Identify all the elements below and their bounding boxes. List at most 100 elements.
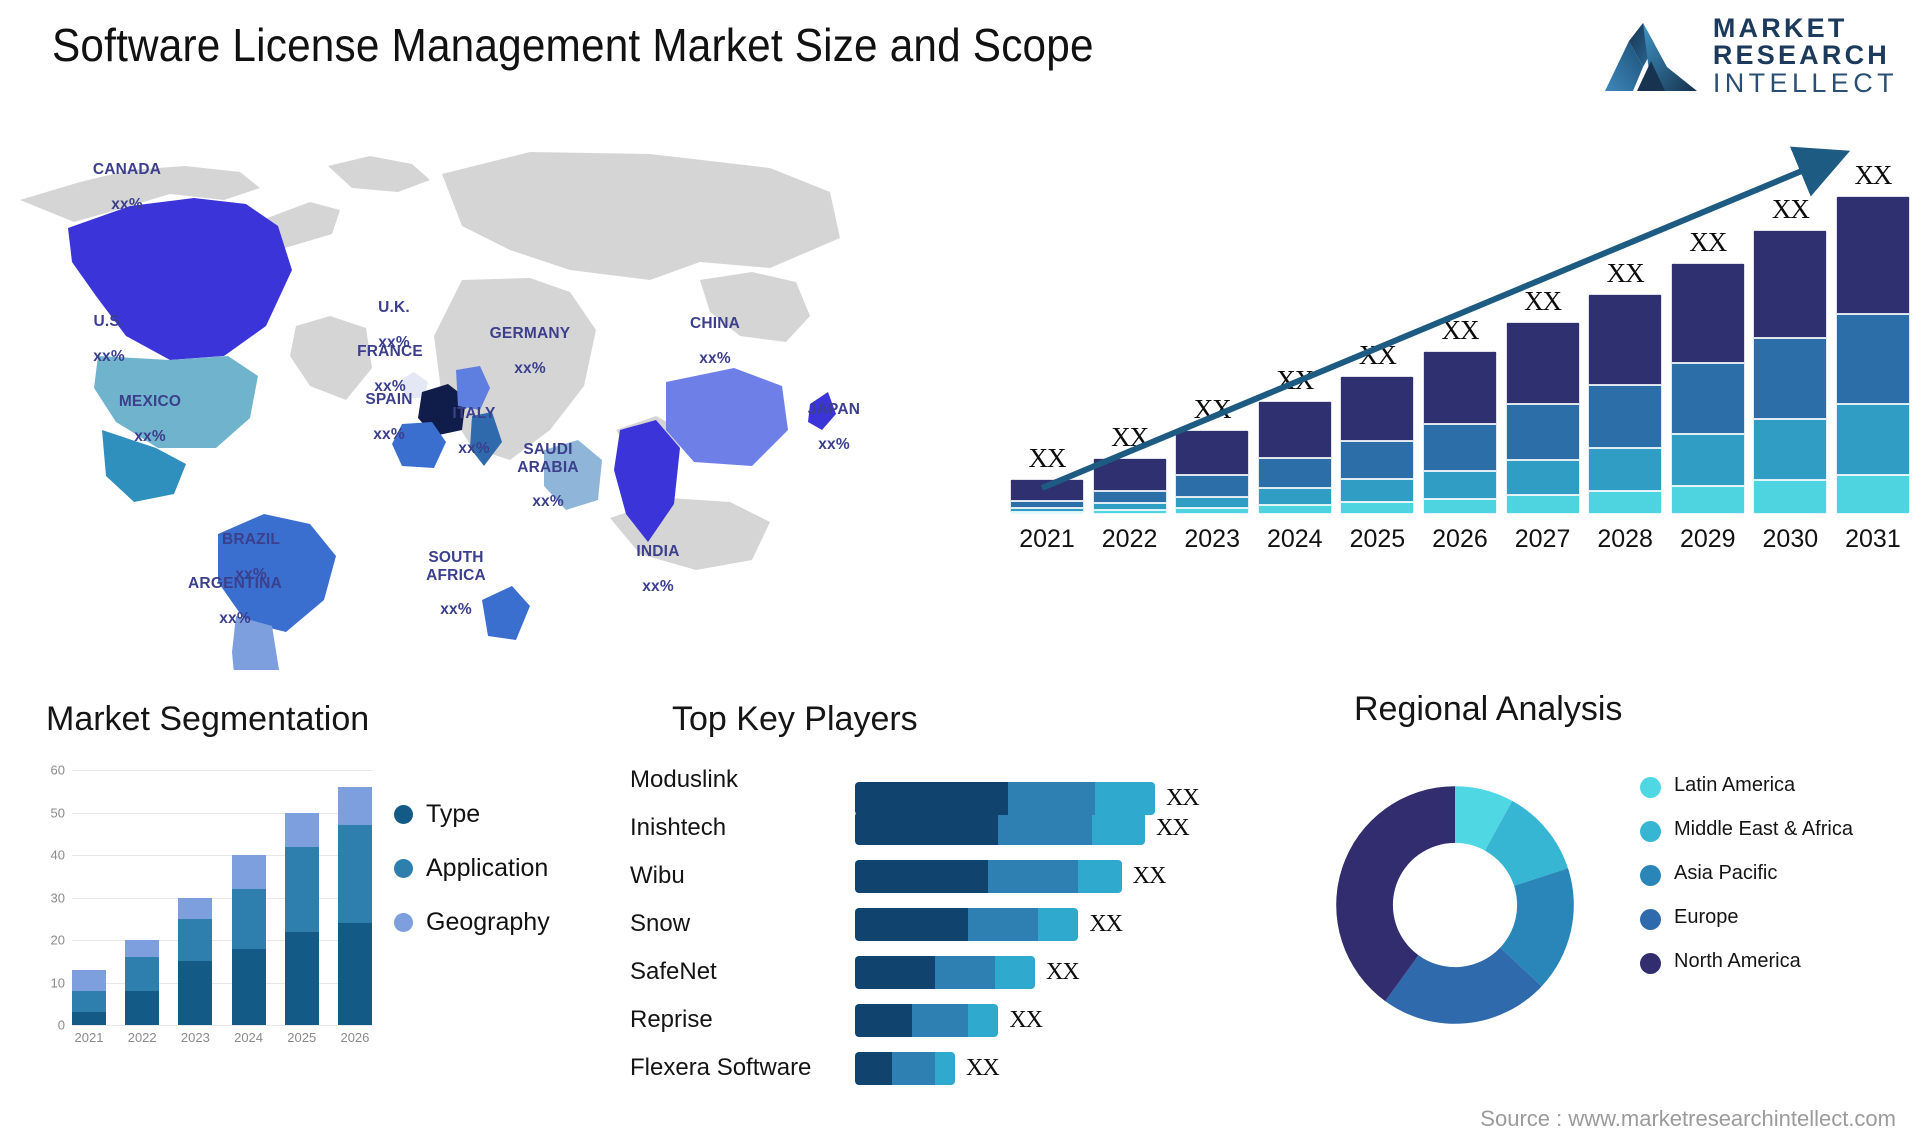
forecast-value-label: XX bbox=[1689, 227, 1727, 258]
forecast-bar-chart: XX XX XX XX XX XX XX XX XX XX XX 2021 2022 2023 2024 2… bbox=[1010, 128, 1910, 558]
player-name: Wibu bbox=[630, 862, 685, 889]
segmentation-x-label: 2022 bbox=[127, 1030, 157, 1045]
segmentation-gridline bbox=[72, 1025, 372, 1026]
regional-legend-item[interactable]: Latin America bbox=[1640, 774, 1853, 798]
forecast-bar-segment bbox=[1753, 419, 1828, 481]
forecast-value-label: XX bbox=[1606, 257, 1645, 288]
segmentation-bar-segment bbox=[72, 991, 106, 1013]
player-bar bbox=[855, 907, 1079, 941]
player-value-label: XX bbox=[1089, 910, 1123, 937]
player-value-label: XX bbox=[1166, 785, 1200, 811]
player-bar bbox=[855, 955, 1035, 989]
forecast-value-label: XX bbox=[1111, 421, 1149, 452]
player-name: Reprise bbox=[630, 1006, 713, 1033]
forecast-bar-segment bbox=[1175, 475, 1250, 498]
legend-dot-icon bbox=[1640, 909, 1661, 930]
market-segmentation-title: Market Segmentation bbox=[46, 700, 370, 738]
source-text: Source : www.marketresearchintellect.com bbox=[1480, 1106, 1896, 1131]
forecast-column: XX bbox=[1092, 421, 1167, 514]
segmentation-y-tick: 50 bbox=[50, 805, 65, 820]
forecast-bar-segment bbox=[1175, 497, 1250, 509]
forecast-bar-segment bbox=[1092, 510, 1167, 514]
logo-line-3: INTELLECT bbox=[1712, 67, 1898, 98]
regional-legend-label: Latin America bbox=[1674, 774, 1796, 796]
world-map: CANADA xx% U.S. xx% MEXICO xx% BRAZIL xx… bbox=[10, 130, 870, 670]
segmentation-bar-segment bbox=[284, 812, 319, 847]
segmentation-x-axis: 2021 2022 2023 2024 2025 2026 bbox=[72, 1030, 372, 1045]
segmentation-legend-item[interactable]: Application bbox=[394, 854, 550, 883]
forecast-value-label: XX bbox=[1028, 443, 1067, 474]
regional-legend-item[interactable]: Asia Pacific bbox=[1640, 862, 1853, 886]
player-bar-segment bbox=[855, 1051, 892, 1085]
player-name: Flexera Software bbox=[630, 1054, 812, 1081]
player-bar-segment bbox=[1038, 907, 1079, 941]
player-rows: Moduslink Inishtech XX Wibu XX Snow XX SafeNet X… bbox=[630, 756, 1290, 1092]
player-bar-wrap: XX bbox=[855, 782, 1200, 815]
forecast-bar-segment bbox=[1092, 503, 1167, 511]
forecast-column: XX bbox=[1422, 315, 1497, 514]
segmentation-y-tick: 40 bbox=[50, 847, 65, 863]
player-bar bbox=[855, 859, 1122, 893]
player-bar-wrap: XX bbox=[855, 1051, 1290, 1085]
forecast-bar-segment bbox=[1670, 362, 1745, 435]
forecast-bar-segment bbox=[1753, 229, 1828, 339]
forecast-column: XX bbox=[1588, 257, 1663, 514]
forecast-bar-segment bbox=[1753, 480, 1828, 514]
legend-dot-icon bbox=[1640, 953, 1661, 974]
player-bar-segment bbox=[994, 955, 1035, 989]
segmentation-column bbox=[178, 770, 213, 1025]
segmentation-x-label: 2026 bbox=[340, 1030, 370, 1045]
regional-legend-item[interactable]: North America bbox=[1640, 950, 1853, 974]
player-bar-wrap: XX bbox=[855, 907, 1290, 941]
forecast-year-label: 2026 bbox=[1432, 525, 1488, 553]
player-bar-segment bbox=[855, 859, 989, 893]
segmentation-legend-item[interactable]: Geography bbox=[394, 908, 550, 937]
player-name: SafeNet bbox=[630, 958, 717, 985]
forecast-bar bbox=[1588, 293, 1663, 514]
segmentation-y-tick: 10 bbox=[50, 975, 65, 990]
regional-legend-item[interactable]: Europe bbox=[1640, 906, 1853, 930]
segmentation-bar-segment bbox=[231, 948, 266, 1025]
segmentation-y-tick: 0 bbox=[57, 1017, 65, 1033]
forecast-bar-segment bbox=[1835, 196, 1910, 314]
forecast-value-label: XX bbox=[1193, 394, 1232, 425]
forecast-bar-segment bbox=[1505, 322, 1580, 405]
player-bar bbox=[855, 811, 1145, 845]
regional-analysis-panel: Regional Analysis Latin America Middle Ea… bbox=[1290, 690, 1920, 1110]
player-bar-segment bbox=[891, 1051, 935, 1085]
player-bar-segment bbox=[855, 955, 935, 989]
forecast-column: XX bbox=[1505, 286, 1580, 514]
segmentation-y-tick: 20 bbox=[50, 932, 65, 948]
regional-legend-item[interactable]: Middle East & Africa bbox=[1640, 818, 1853, 842]
forecast-bar-segment bbox=[1835, 404, 1910, 475]
segmentation-x-label: 2023 bbox=[180, 1030, 210, 1045]
segmentation-legend-item[interactable]: Type bbox=[394, 800, 550, 829]
forecast-year-label: 2024 bbox=[1266, 525, 1323, 553]
forecast-column: XX bbox=[1753, 194, 1828, 514]
regional-legend-label: Middle East & Africa bbox=[1674, 818, 1853, 840]
forecast-year-label: 2028 bbox=[1597, 525, 1653, 553]
forecast-bar-segment bbox=[1670, 486, 1745, 514]
legend-dot-icon bbox=[394, 859, 413, 878]
forecast-bar-segment bbox=[1092, 491, 1167, 504]
forecast-bar-segment bbox=[1588, 293, 1663, 385]
mountain-logo-icon bbox=[1603, 19, 1699, 93]
forecast-bar bbox=[1505, 322, 1580, 514]
player-bar-segment bbox=[1008, 782, 1095, 815]
forecast-bar bbox=[1092, 457, 1167, 514]
player-bar-segment bbox=[998, 811, 1092, 845]
segmentation-x-label: 2021 bbox=[74, 1030, 104, 1045]
forecast-bar bbox=[1670, 263, 1745, 514]
player-name: Moduslink bbox=[630, 766, 739, 793]
forecast-column: XX bbox=[1670, 227, 1745, 514]
segmentation-bar-segment bbox=[178, 961, 213, 1025]
player-bar-segment bbox=[855, 782, 1009, 815]
regional-legend: Latin America Middle East & Africa Asia Pa… bbox=[1640, 774, 1853, 994]
forecast-bar bbox=[1340, 375, 1415, 514]
segmentation-column bbox=[231, 770, 266, 1025]
forecast-bar-segment bbox=[1257, 401, 1332, 458]
segmentation-column bbox=[72, 770, 106, 1025]
forecast-bar-segment bbox=[1588, 491, 1663, 514]
player-bar-segment bbox=[855, 1003, 912, 1037]
segmentation-legend-label: Geography bbox=[426, 908, 550, 936]
